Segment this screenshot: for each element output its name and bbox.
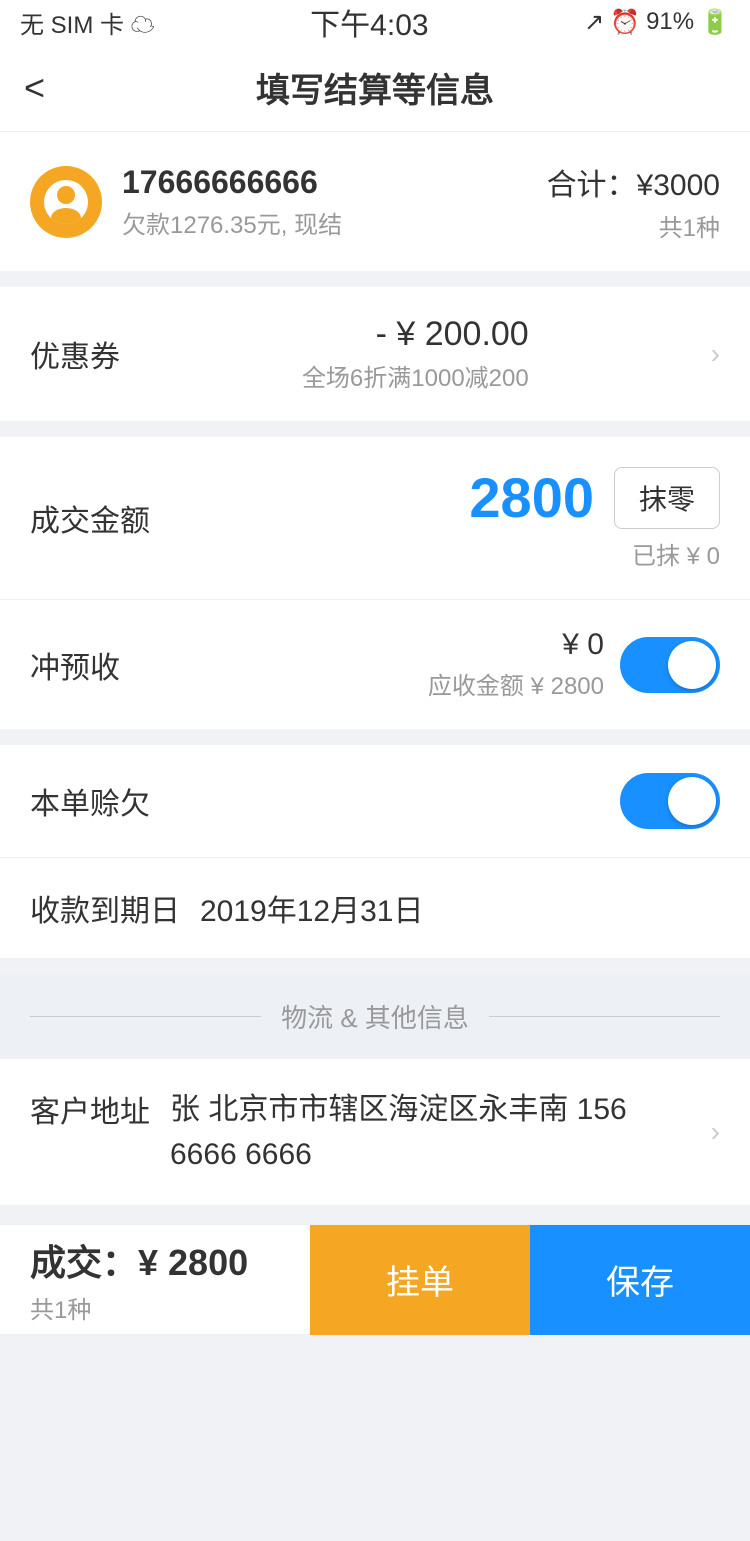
chongyu-subtext: 应收金额 ¥ 2800 [428,666,604,701]
hold-button[interactable]: 挂单 [310,1225,530,1335]
page-title: 填写结算等信息 [256,63,494,112]
deal-amount-row: 成交金额 2800 抹零 已抹 ¥ 0 [0,437,750,600]
benyou-toggle-knob [668,777,716,825]
separator-line-right [489,1016,720,1017]
nav-bar: < 填写结算等信息 [0,44,750,132]
bottom-count: 共1种 [30,1290,280,1325]
bottom-deal-amount: ¥ 2800 [138,1242,248,1283]
bottom-bar: 成交：¥ 2800 共1种 挂单 保存 [0,1224,750,1334]
separator-line-left [30,1016,261,1017]
customer-subtext: 欠款1276.35元, 现结 [122,205,342,240]
status-left: 无 SIM 卡 ☁ [20,5,155,40]
alarm-icon: ⏰ [610,8,640,37]
deal-value-area: 2800 抹零 [469,465,720,530]
address-row[interactable]: 客户地址 张 北京市市辖区海淀区永丰南 156 6666 6666 › [0,1059,750,1205]
coupon-desc: 全场6折满1000减200 [302,358,529,393]
address-chevron-icon: › [711,1116,720,1148]
location-icon: ↗ [584,8,604,37]
coupon-row[interactable]: 优惠券 - ¥ 200.00 全场6折满1000减200 › [0,287,750,421]
bottom-info: 成交：¥ 2800 共1种 [0,1234,310,1325]
status-right: ↗ ⏰ 91% 🔋 [584,8,730,37]
customer-left: 17666666666 欠款1276.35元, 现结 [30,164,342,240]
deal-label: 成交金额 [30,496,150,540]
benyou-row: 本单赊欠 [0,745,750,858]
coupon-section: 优惠券 - ¥ 200.00 全场6折满1000减200 › [0,287,750,421]
coupon-chevron-icon: › [711,338,720,370]
separator-text: 物流 & 其他信息 [281,998,469,1035]
coupon-label: 优惠券 [30,332,120,376]
chongyu-amount: ¥ 0 [428,628,604,662]
customer-info: 17666666666 欠款1276.35元, 现结 [122,164,342,240]
round-button[interactable]: 抹零 [614,467,720,529]
chongyu-right: ¥ 0 应收金额 ¥ 2800 [428,628,720,701]
benyou-toggle[interactable] [620,773,720,829]
address-section: 客户地址 张 北京市市辖区海淀区永丰南 156 6666 6666 › [0,1059,750,1205]
benyou-section: 本单赊欠 收款到期日 2019年12月31日 [0,745,750,958]
status-bar: 无 SIM 卡 ☁ 下午4:03 ↗ ⏰ 91% 🔋 [0,0,750,44]
battery-icon: 🔋 [700,8,730,37]
bottom-deal-text: 成交：¥ 2800 [30,1234,280,1286]
customer-right: 合计：¥3000 共1种 [547,160,720,243]
sim-status: 无 SIM 卡 ☁ [20,5,155,40]
back-button[interactable]: < [24,67,45,109]
customer-total: 合计：¥3000 [547,160,720,204]
toggle-knob [668,641,716,689]
avatar-icon [44,180,88,224]
benyou-label: 本单赊欠 [30,779,150,823]
deal-amount: 2800 [469,465,594,530]
customer-card: 17666666666 欠款1276.35元, 现结 合计：¥3000 共1种 [0,132,750,271]
chongyu-toggle[interactable] [620,637,720,693]
address-label: 客户地址 [30,1087,150,1131]
coupon-right: - ¥ 200.00 全场6折满1000减200 [302,315,529,393]
deal-section: 成交金额 2800 抹零 已抹 ¥ 0 冲预收 ¥ 0 应收金额 ¥ 2800 [0,437,750,729]
chongyu-label: 冲预收 [30,643,120,687]
avatar [30,166,102,238]
address-value: 张 北京市市辖区海淀区永丰南 156 6666 6666 [170,1087,691,1177]
separator-section: 物流 & 其他信息 [0,974,750,1059]
due-date-label: 收款到期日 [30,886,180,930]
due-date-value: 2019年12月31日 [200,886,423,930]
battery-level: 91% [646,8,694,36]
status-time: 下午4:03 [310,0,428,44]
save-button[interactable]: 保存 [530,1225,750,1335]
deal-subtext: 已抹 ¥ 0 [632,536,720,571]
chongyu-row: 冲预收 ¥ 0 应收金额 ¥ 2800 [0,600,750,729]
coupon-amount: - ¥ 200.00 [302,315,529,354]
due-date-row: 收款到期日 2019年12月31日 [0,858,750,958]
customer-phone: 17666666666 [122,164,342,201]
customer-count: 共1种 [547,208,720,243]
bottom-deal-label: 成交： [30,1242,138,1283]
